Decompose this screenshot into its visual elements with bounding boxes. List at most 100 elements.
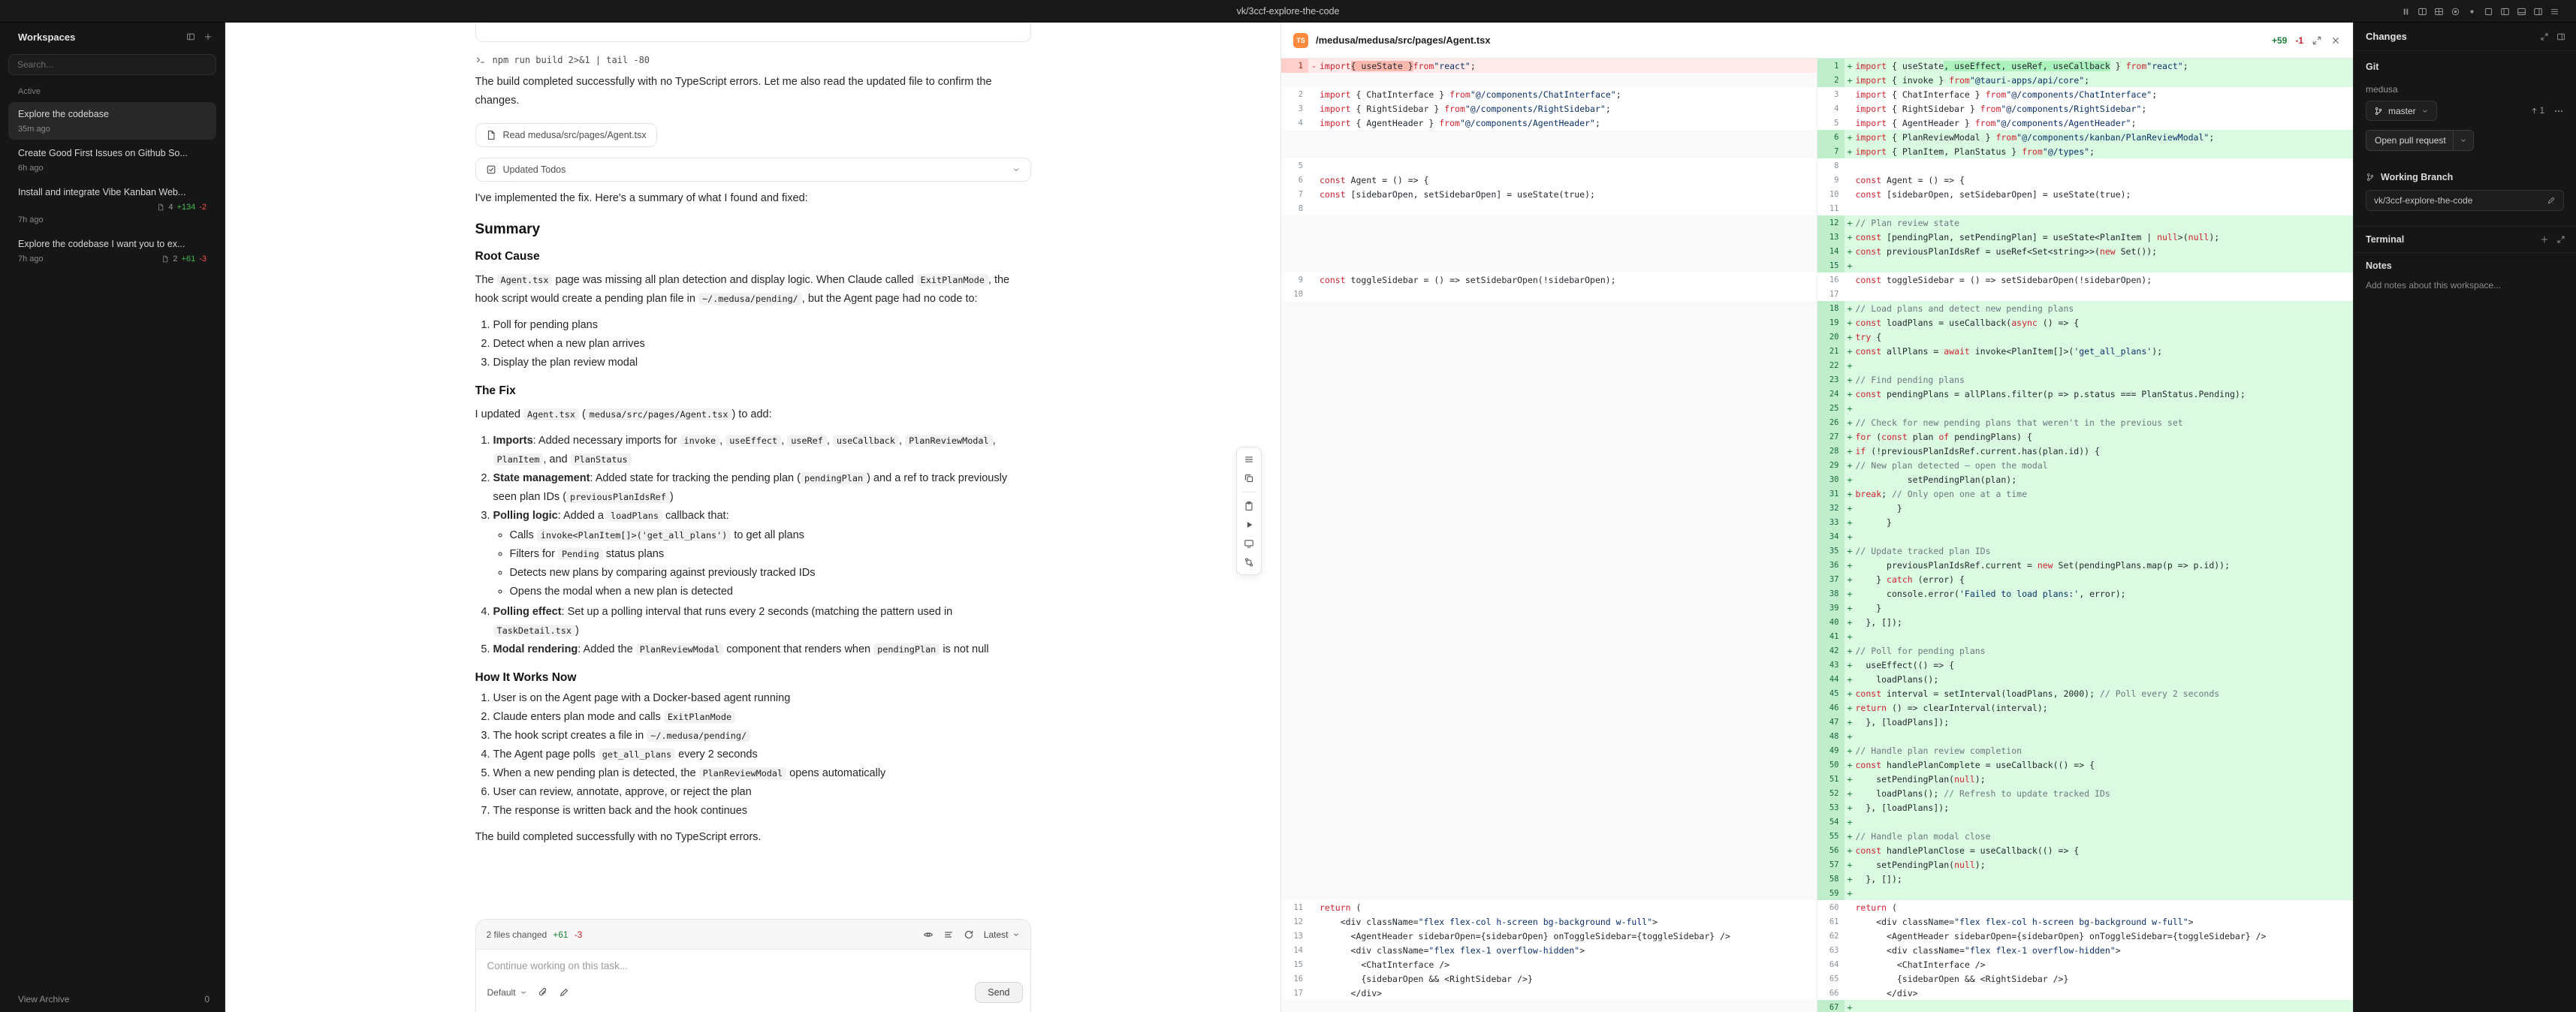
workspace-item[interactable]: Create Good First Issues on Github So...… <box>8 141 216 179</box>
close-icon[interactable] <box>2330 35 2341 46</box>
workspace-item[interactable]: Install and integrate Vibe Kanban Web...… <box>8 180 216 230</box>
diff-row: 52+ loadPlans(); // Refresh to update tr… <box>1281 786 2353 800</box>
diff-line: 17 </div> <box>1281 986 1817 1000</box>
chat-messages: npm run build 2>&1 | tail -80The build c… <box>475 23 1031 919</box>
inline-code: loadPlans <box>607 510 662 522</box>
diff-line: 34+ <box>1817 529 2354 544</box>
copy-icon[interactable] <box>1244 473 1254 483</box>
diff-row: 2+import { invoke } from "@tauri-apps/ap… <box>1281 73 2353 87</box>
workspace-item[interactable]: Explore the codebase35m ago <box>8 102 216 140</box>
branch-icon <box>2366 173 2375 182</box>
assistant-paragraph: The Agent.tsx page was missing all plan … <box>475 271 1031 309</box>
diff-row: 30+ setPendingPlan(plan); <box>1281 472 2353 486</box>
file-icon <box>161 255 169 263</box>
tool-label: Updated Todos <box>503 164 566 175</box>
latest-dropdown[interactable]: Latest <box>984 929 1020 940</box>
tool-call[interactable]: Updated Todos <box>475 158 1031 182</box>
inline-code: PlanReviewModal <box>699 767 787 779</box>
notes-placeholder[interactable]: Add notes about this workspace... <box>2354 279 2576 292</box>
tool-label: Read medusa/src/pages/Agent.tsx <box>503 130 647 140</box>
sidebar-header-icons <box>186 32 213 41</box>
menu-icon[interactable] <box>1244 454 1254 465</box>
branch-selector[interactable]: master <box>2366 101 2437 121</box>
search-input[interactable] <box>8 54 216 75</box>
plus-icon[interactable] <box>204 32 213 41</box>
workspace-time: 35m ago <box>18 125 50 134</box>
files-changed-label[interactable]: 2 files changed <box>487 929 547 940</box>
expand-icon[interactable] <box>2556 235 2565 244</box>
diff-spacer <box>1281 829 1817 843</box>
list-icon[interactable] <box>943 929 954 940</box>
expand-icon[interactable] <box>2312 35 2322 46</box>
dot-icon[interactable] <box>2467 7 2477 17</box>
menu-icon[interactable] <box>2550 7 2559 17</box>
clipboard-icon[interactable] <box>1244 501 1254 511</box>
pr-options-chevron[interactable] <box>2453 131 2473 150</box>
pencil-icon[interactable] <box>2547 196 2556 205</box>
play-icon[interactable] <box>1244 520 1254 530</box>
eye-icon[interactable] <box>923 929 934 940</box>
plus-icon[interactable] <box>2540 235 2549 244</box>
expand-icon[interactable] <box>2540 32 2549 41</box>
more-menu-icon[interactable] <box>2553 106 2564 116</box>
diff-row: 57+ setPendingPlan(null); <box>1281 857 2353 872</box>
inline-code: invoke <box>680 435 720 447</box>
diff-spacer <box>1281 1000 1817 1012</box>
model-selector[interactable]: Default <box>487 987 527 998</box>
diff-spacer <box>1281 130 1817 144</box>
panel-left-icon[interactable] <box>2500 7 2510 17</box>
arrow-up-icon <box>2530 107 2538 115</box>
working-branch-field[interactable]: vk/3ccf-explore-the-code <box>2366 190 2564 211</box>
record-icon[interactable] <box>2451 7 2460 17</box>
workspace-item[interactable]: Explore the codebase I want you to ex...… <box>8 232 216 270</box>
notes-section[interactable]: Notes <box>2354 252 2576 279</box>
diff-spacer <box>1281 643 1817 658</box>
columns-icon[interactable] <box>2418 7 2427 17</box>
diff-row: 44+ loadPlans(); <box>1281 672 2353 686</box>
repo-name: medusa <box>2354 74 2576 101</box>
tool-call[interactable]: Read medusa/src/pages/Agent.tsx <box>475 123 657 147</box>
diff-line: 31+ break; // Only open one at a time <box>1817 486 2354 501</box>
diff-spacer <box>1281 700 1817 715</box>
list-item: State management: Added state for tracki… <box>493 469 1031 507</box>
diff-row: 12+ // Plan review state <box>1281 215 2353 230</box>
pause-icon[interactable] <box>2401 7 2411 17</box>
pencil-icon[interactable] <box>559 987 569 998</box>
paperclip-icon[interactable] <box>538 987 548 998</box>
sidebar-title: Workspaces <box>18 32 75 43</box>
square-icon[interactable] <box>2484 7 2493 17</box>
diff-spacer <box>1281 230 1817 244</box>
diff-spacer <box>1281 501 1817 515</box>
list-item: The Agent page polls get_all_plans every… <box>493 745 1031 764</box>
grid-icon[interactable] <box>2434 7 2444 17</box>
changes-header: Changes <box>2354 23 2576 51</box>
diff-line: 12 <div className="flex flex-col h-scree… <box>1281 914 1817 929</box>
terminal-section[interactable]: Terminal <box>2354 226 2576 252</box>
compare-icon[interactable] <box>1244 557 1254 568</box>
command-line[interactable]: npm run build 2>&1 | tail -80 <box>475 55 1031 65</box>
diff-row: 9 const toggleSidebar = () => setSidebar… <box>1281 273 2353 287</box>
device-icon[interactable] <box>1244 538 1254 549</box>
chevron-down-icon[interactable] <box>1012 165 1021 174</box>
workspace-list: Explore the codebase35m agoCreate Good F… <box>0 101 225 986</box>
refresh-icon[interactable] <box>964 929 974 940</box>
panel-bottom-icon[interactable] <box>2517 7 2526 17</box>
diff-line: 3import { RightSidebar } from "@/compone… <box>1281 101 1817 116</box>
send-button[interactable]: Send <box>975 982 1022 1003</box>
view-archive-link[interactable]: View Archive <box>18 994 69 1004</box>
diff-line: 65 {sidebarOpen && <RightSidebar />} <box>1817 971 2354 986</box>
panel-left-icon[interactable] <box>186 32 195 41</box>
panel-right-icon[interactable] <box>2556 32 2565 41</box>
open-pull-request-button[interactable]: Open pull request <box>2366 130 2474 151</box>
diff-row: 29+ // New plan detected — open the moda… <box>1281 458 2353 472</box>
diff-spacer <box>1281 800 1817 815</box>
diff-line: 14 <div className="flex flex-1 overflow-… <box>1281 943 1817 957</box>
search-field[interactable] <box>17 59 207 70</box>
diff-row: 3import { RightSidebar } from "@/compone… <box>1281 101 2353 116</box>
diff-row: 47+ }, [loadPlans]); <box>1281 715 2353 729</box>
message-input[interactable] <box>487 960 1019 971</box>
diff-row: 28+ if (!previousPlanIdsRef.current.has(… <box>1281 444 2353 458</box>
diff-line: 14+ const previousPlanIdsRef = useRef<Se… <box>1817 244 2354 258</box>
panel-right-icon[interactable] <box>2533 7 2543 17</box>
diff-spacer <box>1281 144 1817 158</box>
